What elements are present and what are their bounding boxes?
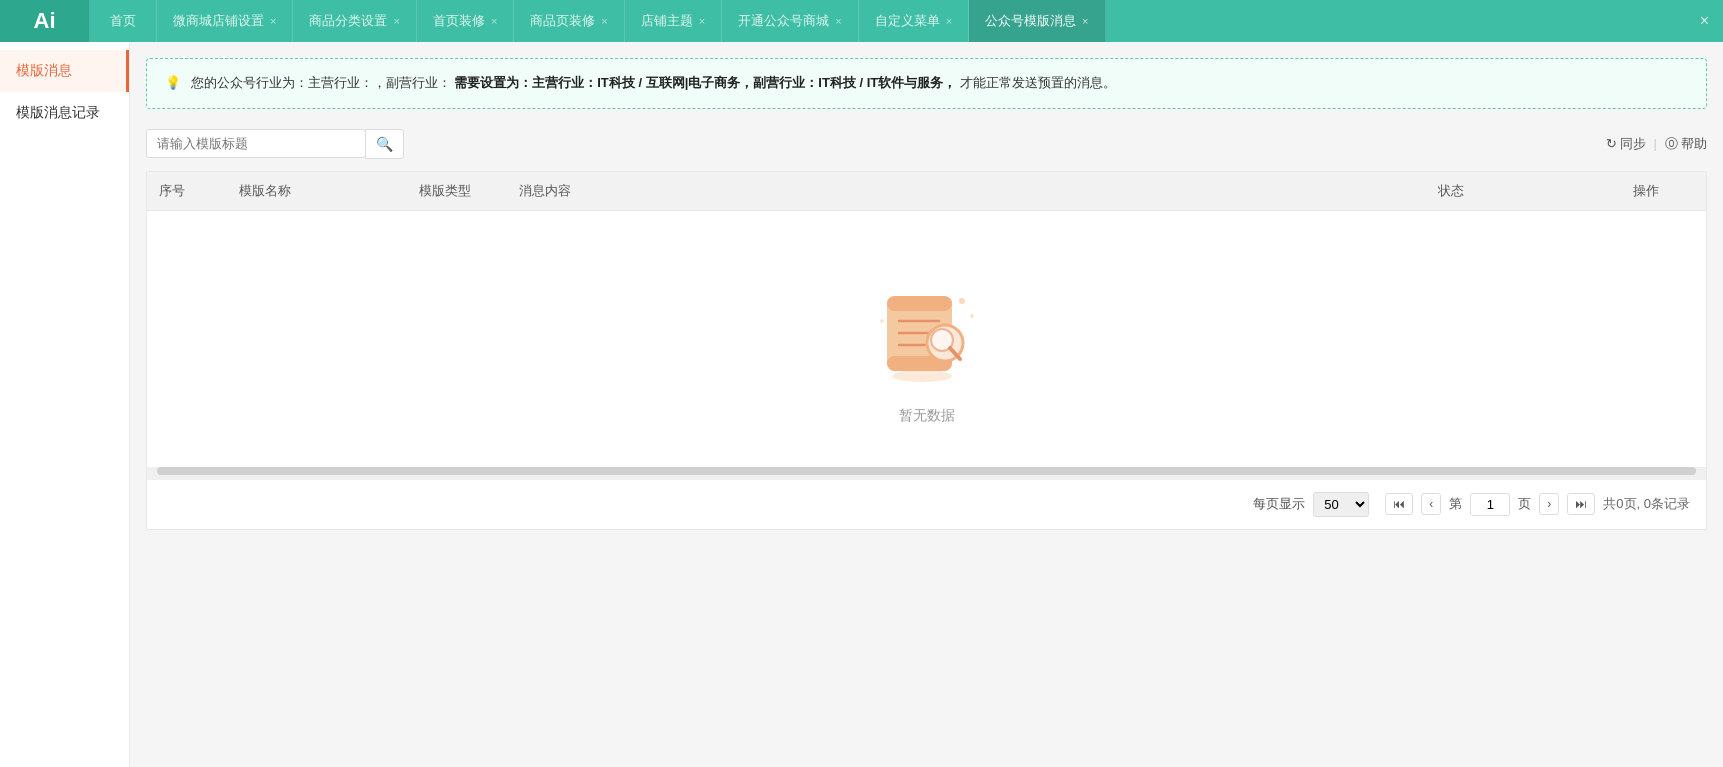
svg-rect-2 — [887, 296, 952, 311]
close-tab-template[interactable]: × — [1082, 15, 1088, 27]
svg-point-0 — [892, 370, 952, 382]
nav-tab-mall[interactable]: 开通公众号商城× — [722, 0, 858, 42]
nav-tab-category[interactable]: 商品分类设置× — [293, 0, 416, 42]
page-total: 共0页, 0条记录 — [1603, 495, 1690, 513]
page-unit: 页 — [1518, 495, 1531, 513]
empty-text: 暂无数据 — [899, 407, 955, 425]
search-input[interactable] — [146, 129, 366, 158]
close-tab-weishop[interactable]: × — [270, 15, 276, 27]
help-icon: ⓪ — [1665, 135, 1678, 153]
sidebar-items: 模版消息模版消息记录 — [0, 50, 129, 134]
close-tab-mall[interactable]: × — [835, 15, 841, 27]
prev-page-button[interactable]: ‹ — [1421, 493, 1441, 515]
table-header: 序号 模版名称 模版类型 消息内容 状态 操作 — [147, 172, 1706, 211]
notice-prefix: 您的公众号行业为：主营行业：，副营行业： — [191, 75, 451, 90]
page-size-label: 每页显示 — [1253, 495, 1305, 513]
close-tab-category[interactable]: × — [393, 15, 399, 27]
col-seq: 序号 — [147, 172, 227, 210]
col-op: 操作 — [1586, 172, 1706, 210]
nav-tab-menu[interactable]: 自定义菜单× — [859, 0, 969, 42]
content-area: 💡 您的公众号行业为：主营行业：，副营行业： 需要设置为：主营行业：IT科技 /… — [130, 42, 1723, 767]
nav-tab-theme[interactable]: 店铺主题× — [625, 0, 722, 42]
close-tab-theme[interactable]: × — [699, 15, 705, 27]
empty-icon — [867, 271, 987, 391]
search-bar: 🔍 ↻ 同步 | ⓪ 帮助 — [146, 129, 1707, 159]
col-name: 模版名称 — [227, 172, 407, 210]
col-content: 消息内容 — [507, 172, 1426, 210]
notice-box: 💡 您的公众号行业为：主营行业：，副营行业： 需要设置为：主营行业：IT科技 /… — [146, 58, 1707, 109]
empty-state: 暂无数据 — [147, 211, 1706, 465]
next-page-button[interactable]: › — [1539, 493, 1559, 515]
svg-point-12 — [880, 319, 884, 323]
sync-icon: ↻ — [1606, 136, 1617, 151]
page-size-select[interactable]: 102050100 — [1313, 492, 1369, 517]
lightbulb-icon: 💡 — [165, 75, 181, 90]
pagination: 每页显示 102050100 ⏮ ‹ 第 页 › ⏭ 共0页, 0条记录 — [147, 479, 1706, 529]
first-page-button[interactable]: ⏮ — [1385, 493, 1413, 515]
svg-point-10 — [959, 298, 965, 304]
horizontal-scrollbar[interactable] — [147, 467, 1706, 479]
action-divider: | — [1654, 136, 1657, 151]
last-page-button[interactable]: ⏭ — [1567, 493, 1595, 515]
nav-tab-weishop[interactable]: 微商城店铺设置× — [157, 0, 293, 42]
close-tab-menu[interactable]: × — [946, 15, 952, 27]
nav-tab-homepage[interactable]: 首页装修× — [417, 0, 514, 42]
nav-tab-home[interactable]: 首页 — [90, 0, 157, 42]
nav-tab-template[interactable]: 公众号模版消息× — [969, 0, 1105, 42]
search-actions: ↻ 同步 | ⓪ 帮助 — [1606, 135, 1707, 153]
sidebar: 模版消息模版消息记录 — [0, 42, 130, 767]
page-label: 第 — [1449, 495, 1462, 513]
help-button[interactable]: ⓪ 帮助 — [1665, 135, 1707, 153]
close-tab-productpage[interactable]: × — [601, 15, 607, 27]
col-status: 状态 — [1426, 172, 1586, 210]
data-table: 序号 模版名称 模版类型 消息内容 状态 操作 — [146, 171, 1707, 530]
sync-button[interactable]: ↻ 同步 — [1606, 135, 1646, 153]
page-input[interactable] — [1470, 493, 1510, 516]
close-all-button[interactable]: × — [1686, 12, 1723, 30]
scrollbar-track — [157, 467, 1696, 475]
search-button[interactable]: 🔍 — [365, 129, 404, 159]
sidebar-item-template-msg[interactable]: 模版消息 — [0, 50, 129, 92]
main-layout: 模版消息模版消息记录 💡 您的公众号行业为：主营行业：，副营行业： 需要设置为：… — [0, 42, 1723, 767]
app-logo: Ai — [0, 0, 90, 42]
top-nav: Ai 首页微商城店铺设置×商品分类设置×首页装修×商品页装修×店铺主题×开通公众… — [0, 0, 1723, 42]
nav-tab-productpage[interactable]: 商品页装修× — [514, 0, 624, 42]
notice-suffix: 才能正常发送预置的消息。 — [960, 75, 1116, 90]
notice-highlight: 需要设置为：主营行业：IT科技 / 互联网|电子商务，副营行业：IT科技 / I… — [454, 75, 956, 90]
nav-tabs: 首页微商城店铺设置×商品分类设置×首页装修×商品页装修×店铺主题×开通公众号商城… — [90, 0, 1686, 42]
col-type: 模版类型 — [407, 172, 507, 210]
search-icon: 🔍 — [376, 136, 393, 152]
sidebar-item-template-log[interactable]: 模版消息记录 — [0, 92, 129, 134]
close-tab-homepage[interactable]: × — [491, 15, 497, 27]
svg-point-11 — [970, 314, 974, 318]
